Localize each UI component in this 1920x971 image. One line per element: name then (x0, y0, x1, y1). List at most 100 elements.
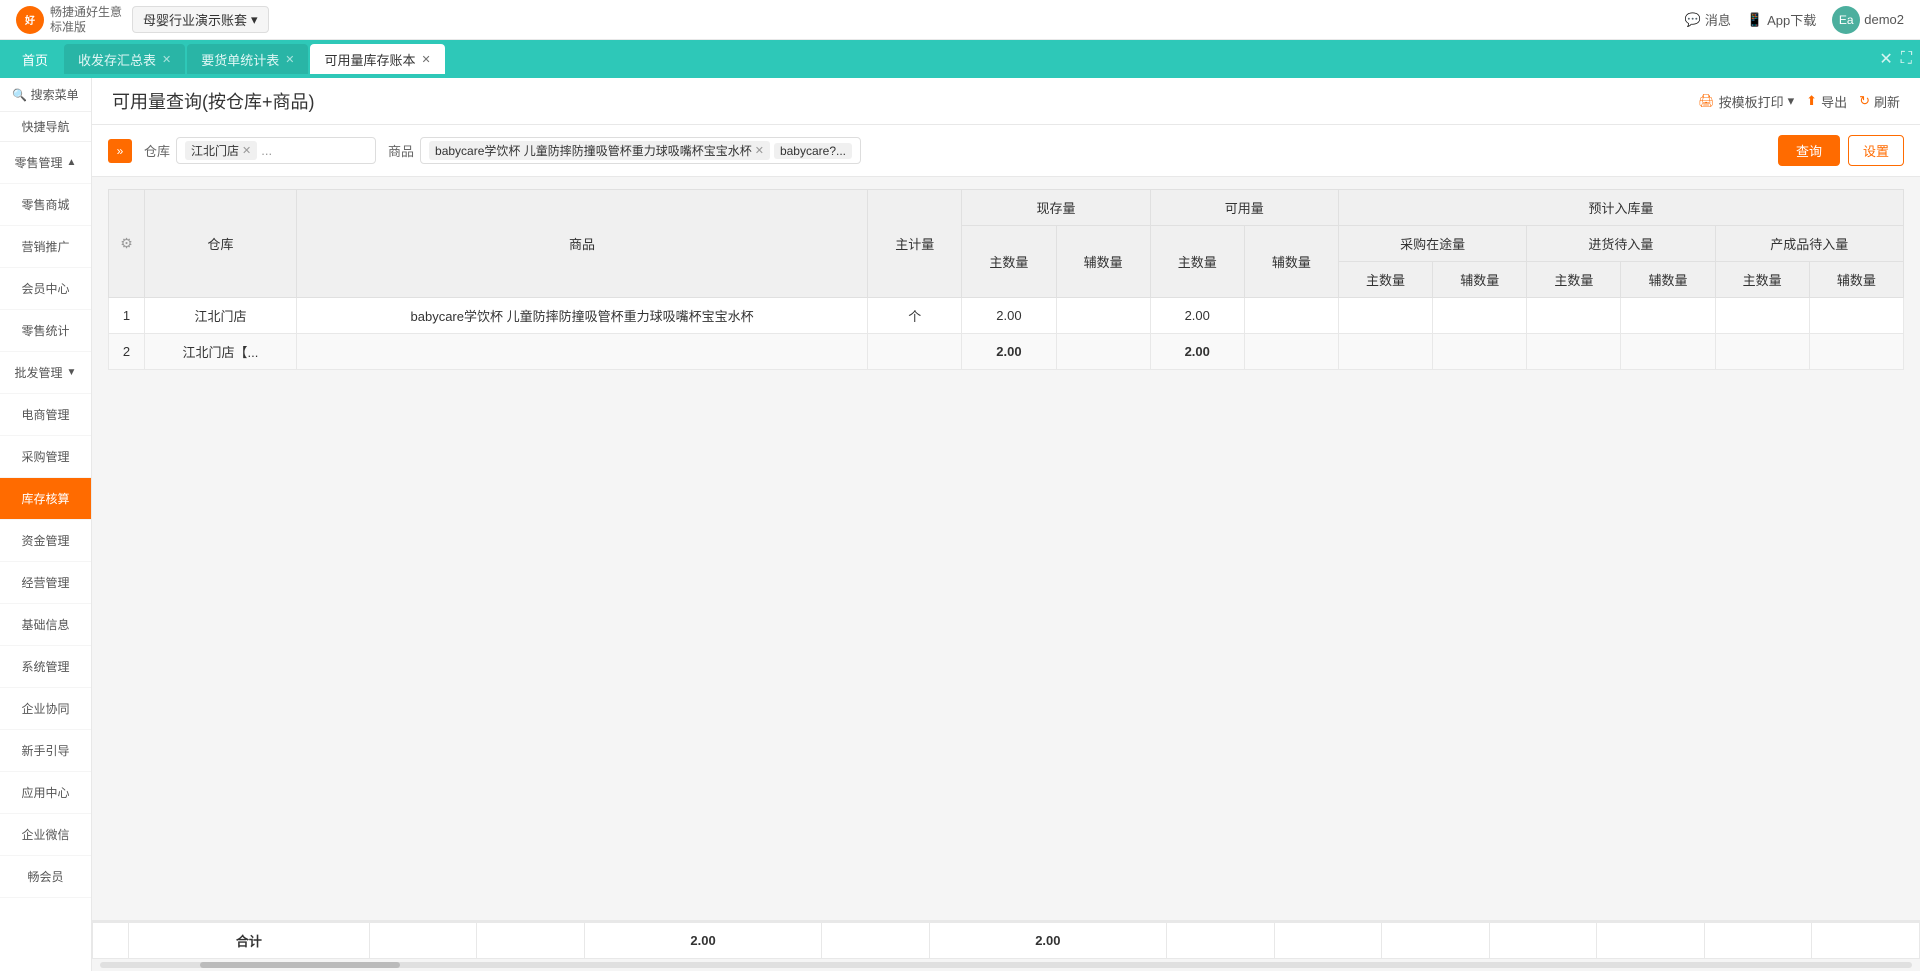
td-avail-aux-1 (1244, 298, 1338, 334)
td-pt-aux-1 (1433, 298, 1527, 334)
th-purchase-transit-aux: 辅数量 (1433, 262, 1527, 298)
td-row-num-1: 1 (109, 298, 145, 334)
th-production-aux: 辅数量 (1809, 262, 1903, 298)
warehouse-filter-input[interactable]: 江北门店 ✕ ... (176, 137, 376, 164)
td-current-main-1: 2.00 (962, 298, 1056, 334)
sidebar-item-base-info[interactable]: 基础信息 (0, 604, 91, 646)
data-table: ⚙ 仓库 商品 主计量 现存量 可用量 预计入库量 主数量 辅数量 主数量 辅数… (108, 189, 1904, 370)
sidebar-quick-nav[interactable]: 快捷导航 (0, 112, 91, 142)
td-avail-main-2: 2.00 (1150, 334, 1244, 370)
tab-list: 首页 收发存汇总表 ✕ 要货单统计表 ✕ 可用量库存账本 ✕ (8, 40, 445, 78)
footer-empty-3 (477, 923, 585, 959)
app-download-button[interactable]: 📱 App下载 (1747, 10, 1816, 29)
th-warehouse: 仓库 (145, 190, 297, 298)
chevron-icon: ▲ (67, 157, 77, 168)
sidebar-item-vip-member[interactable]: 畅会员 (0, 856, 91, 898)
tab-available-stock-close[interactable]: ✕ (422, 53, 431, 66)
tab-receivables[interactable]: 收发存汇总表 ✕ (64, 44, 185, 74)
sidebar-item-inventory[interactable]: 库存核算 (0, 478, 91, 520)
th-settings[interactable]: ⚙ (109, 190, 145, 298)
sidebar-item-retail-stats[interactable]: 零售统计 (0, 310, 91, 352)
sidebar-item-member[interactable]: 会员中心 (0, 268, 91, 310)
sidebar-item-marketing[interactable]: 营销推广 (0, 226, 91, 268)
warehouse-tag-close-0[interactable]: ✕ (242, 144, 251, 157)
product-tag-close-0[interactable]: ✕ (755, 144, 764, 157)
td-warehouse-1: 江北门店 (145, 298, 297, 334)
sidebar-item-new-guide[interactable]: 新手引导 (0, 730, 91, 772)
sidebar-search[interactable]: 🔍 搜索菜单 (0, 78, 91, 112)
page-header: 可用量查询(按仓库+商品) 🖨 按模板打印 ▾ ⬆ 导出 ↻ 刷新 (92, 78, 1920, 125)
message-button[interactable]: 💬 消息 (1685, 10, 1731, 29)
settings-button[interactable]: 设置 (1848, 135, 1904, 166)
product-filter-group: 商品 babycare学饮杯 儿童防摔防撞吸管杯重力球吸嘴杯宝宝水杯 ✕ bab… (388, 137, 861, 164)
refresh-icon: ↻ (1859, 93, 1870, 109)
sidebar-item-enterprise[interactable]: 企业协同 (0, 688, 91, 730)
user-profile[interactable]: Ea demo2 (1832, 6, 1904, 34)
company-selector[interactable]: 母婴行业演示账套 ▾ (132, 6, 269, 33)
footer-table: 合计 2.00 2.00 (92, 922, 1920, 959)
th-main-unit: 主计量 (868, 190, 962, 298)
horizontal-scrollbar[interactable] (92, 959, 1920, 971)
th-product: 商品 (296, 190, 867, 298)
sidebar-item-sys-mgmt[interactable]: 系统管理 (0, 646, 91, 688)
avatar: Ea (1832, 6, 1860, 34)
refresh-button[interactable]: ↻ 刷新 (1859, 92, 1900, 111)
th-available-main-qty: 主数量 (1150, 226, 1244, 298)
sidebar-item-purchase[interactable]: 采购管理 (0, 436, 91, 478)
td-avail-main-1: 2.00 (1150, 298, 1244, 334)
sidebar-item-retail-mgmt[interactable]: 零售管理 ▲ (0, 142, 91, 184)
sidebar: 🔍 搜索菜单 快捷导航 零售管理 ▲ 零售商城 营销推广 会员中心 零售统计 批… (0, 78, 92, 971)
td-warehouse-2: 江北门店【... (145, 334, 297, 370)
footer-row: 合计 2.00 2.00 (93, 923, 1920, 959)
print-chevron-icon: ▾ (1788, 93, 1795, 109)
th-production-main: 主数量 (1715, 262, 1809, 298)
sidebar-item-operations[interactable]: 经营管理 (0, 562, 91, 604)
warehouse-filter-more[interactable]: ... (261, 143, 272, 158)
td-current-aux-2 (1056, 334, 1150, 370)
sidebar-item-app-center[interactable]: 应用中心 (0, 772, 91, 814)
expand-filter-button[interactable]: » (108, 139, 132, 163)
th-incoming-aux: 辅数量 (1621, 262, 1715, 298)
sidebar-item-ecommerce[interactable]: 电商管理 (0, 394, 91, 436)
tab-home-label: 首页 (22, 50, 48, 69)
warehouse-tag-0: 江北门店 ✕ (185, 141, 257, 160)
footer-label: 合计 (129, 923, 370, 959)
page-header-actions: 🖨 按模板打印 ▾ ⬆ 导出 ↻ 刷新 (1698, 92, 1900, 111)
td-prod-aux-1 (1809, 298, 1903, 334)
footer-pt-aux (1382, 923, 1490, 959)
filter-actions: 查询 设置 (1778, 135, 1904, 166)
footer-in-main (1489, 923, 1597, 959)
footer-in-aux (1597, 923, 1705, 959)
close-tab-btn[interactable]: ✕ (1879, 49, 1892, 69)
product-filter-input[interactable]: babycare学饮杯 儿童防摔防撞吸管杯重力球吸嘴杯宝宝水杯 ✕ babyca… (420, 137, 861, 164)
sidebar-item-retail-store[interactable]: 零售商城 (0, 184, 91, 226)
sidebar-item-wholesale-mgmt[interactable]: 批发管理 ▼ (0, 352, 91, 394)
query-button[interactable]: 查询 (1778, 135, 1840, 166)
th-incoming: 进货待入量 (1527, 226, 1715, 262)
sidebar-item-enterprise-wechat[interactable]: 企业微信 (0, 814, 91, 856)
tab-receivables-close[interactable]: ✕ (162, 53, 171, 66)
footer-empty-1 (93, 923, 129, 959)
expand-btn[interactable]: ⛶ (1901, 50, 1912, 68)
export-button[interactable]: ⬆ 导出 (1806, 92, 1847, 111)
tab-home[interactable]: 首页 (8, 44, 62, 74)
td-in-aux-1 (1621, 298, 1715, 334)
td-current-aux-1 (1056, 298, 1150, 334)
sidebar-item-finance[interactable]: 资金管理 (0, 520, 91, 562)
print-template-button[interactable]: 🖨 按模板打印 ▾ (1698, 92, 1794, 111)
scrollbar-thumb[interactable] (200, 962, 400, 968)
logo-area: 好 畅捷通好生意 标准版 (16, 5, 122, 34)
table-container[interactable]: ⚙ 仓库 商品 主计量 现存量 可用量 预计入库量 主数量 辅数量 主数量 辅数… (92, 177, 1920, 920)
td-avail-aux-2 (1244, 334, 1338, 370)
tab-available-stock[interactable]: 可用量库存账本 ✕ (310, 44, 444, 74)
tab-order-stats-close[interactable]: ✕ (285, 53, 294, 66)
td-prod-aux-2 (1809, 334, 1903, 370)
tab-order-stats[interactable]: 要货单统计表 ✕ (187, 44, 308, 74)
td-in-main-2 (1527, 334, 1621, 370)
top-bar-left: 好 畅捷通好生意 标准版 母婴行业演示账套 ▾ (16, 5, 269, 34)
footer-current-aux (822, 923, 930, 959)
scrollbar-track[interactable] (100, 962, 1912, 968)
settings-icon: ⚙ (120, 235, 133, 251)
content-area: 可用量查询(按仓库+商品) 🖨 按模板打印 ▾ ⬆ 导出 ↻ 刷新 (92, 78, 1920, 971)
chevron-down-icon: ▼ (67, 367, 77, 378)
